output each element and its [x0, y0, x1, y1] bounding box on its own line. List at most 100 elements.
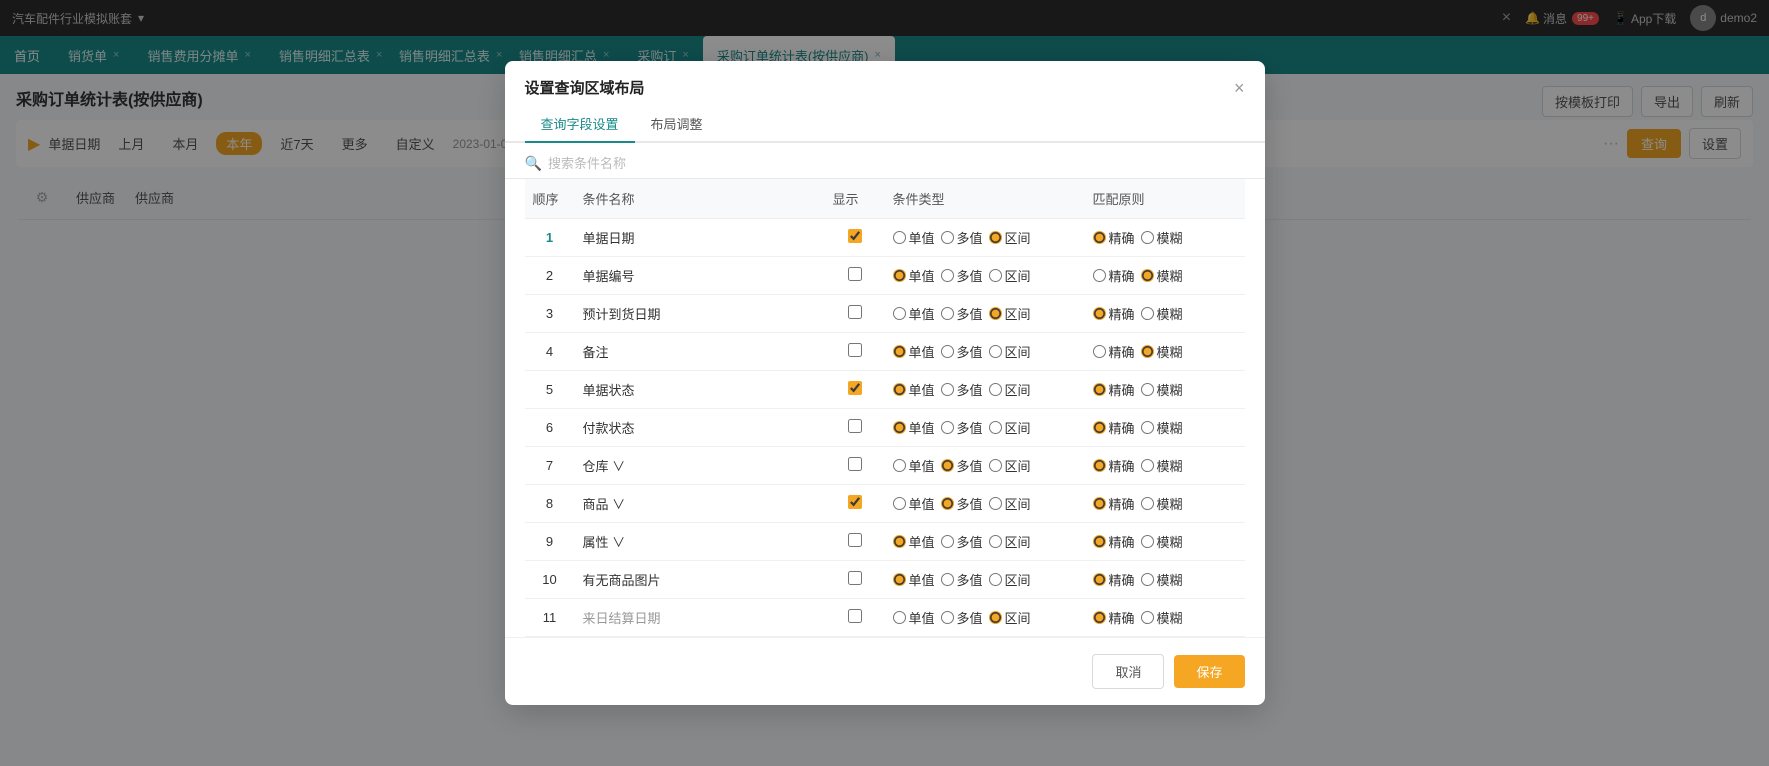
row-type-cell: 单值多值区间 [885, 561, 1085, 599]
match-radio-模糊[interactable]: 模糊 [1141, 228, 1183, 247]
row-type-cell: 单值多值区间 [885, 599, 1085, 637]
search-input[interactable] [548, 156, 748, 171]
tab-query-fields[interactable]: 查询字段设置 [525, 108, 635, 143]
type-radio-区间[interactable]: 区间 [989, 456, 1031, 475]
row-match-cell: 精确模糊 [1085, 447, 1245, 485]
cancel-btn[interactable]: 取消 [1092, 654, 1164, 689]
type-radio-多值[interactable]: 多值 [941, 494, 983, 513]
type-radio-单值[interactable]: 单值 [893, 304, 935, 323]
match-radio-精确[interactable]: 精确 [1093, 380, 1135, 399]
col-header-display: 显示 [825, 179, 885, 219]
row-match-cell: 精确模糊 [1085, 295, 1245, 333]
match-radio-模糊[interactable]: 模糊 [1141, 342, 1183, 361]
match-radio-精确[interactable]: 精确 [1093, 570, 1135, 589]
row-name: 属性 ∨ [575, 523, 825, 561]
match-radio-精确[interactable]: 精确 [1093, 342, 1135, 361]
type-radio-区间[interactable]: 区间 [989, 418, 1031, 437]
type-radio-区间[interactable]: 区间 [989, 608, 1031, 627]
dialog-overlay[interactable]: 设置查询区域布局 × 查询字段设置 布局调整 🔍 顺序 条件名称 [0, 0, 1769, 766]
table-row: 8商品 ∨单值多值区间精确模糊 [525, 485, 1245, 523]
row-name: 单据日期 [575, 219, 825, 257]
type-radio-区间[interactable]: 区间 [989, 570, 1031, 589]
type-radio-多值[interactable]: 多值 [941, 456, 983, 475]
display-checkbox[interactable] [848, 533, 862, 547]
type-radio-单值[interactable]: 单值 [893, 608, 935, 627]
col-header-name: 条件名称 [575, 179, 825, 219]
match-radio-模糊[interactable]: 模糊 [1141, 532, 1183, 551]
match-radio-精确[interactable]: 精确 [1093, 456, 1135, 475]
row-type-cell: 单值多值区间 [885, 371, 1085, 409]
type-radio-单值[interactable]: 单值 [893, 532, 935, 551]
type-radio-区间[interactable]: 区间 [989, 342, 1031, 361]
table-row: 9属性 ∨单值多值区间精确模糊 [525, 523, 1245, 561]
type-radio-单值[interactable]: 单值 [893, 418, 935, 437]
display-checkbox[interactable] [848, 305, 862, 319]
match-radio-精确[interactable]: 精确 [1093, 304, 1135, 323]
row-match-cell: 精确模糊 [1085, 333, 1245, 371]
match-radio-模糊[interactable]: 模糊 [1141, 304, 1183, 323]
display-checkbox[interactable] [848, 343, 862, 357]
row-display-cell [825, 409, 885, 447]
dialog-close-btn[interactable]: × [1234, 79, 1245, 97]
display-checkbox[interactable] [848, 609, 862, 623]
type-radio-单值[interactable]: 单值 [893, 570, 935, 589]
row-type-cell: 单值多值区间 [885, 409, 1085, 447]
type-radio-区间[interactable]: 区间 [989, 532, 1031, 551]
row-order: 2 [525, 257, 575, 295]
type-radio-多值[interactable]: 多值 [941, 570, 983, 589]
type-radio-单值[interactable]: 单值 [893, 266, 935, 285]
row-match-cell: 精确模糊 [1085, 599, 1245, 637]
type-radio-区间[interactable]: 区间 [989, 494, 1031, 513]
row-type-cell: 单值多值区间 [885, 295, 1085, 333]
type-radio-单值[interactable]: 单值 [893, 494, 935, 513]
row-display-cell [825, 333, 885, 371]
display-checkbox[interactable] [848, 381, 862, 395]
match-radio-精确[interactable]: 精确 [1093, 532, 1135, 551]
type-radio-多值[interactable]: 多值 [941, 418, 983, 437]
type-radio-多值[interactable]: 多值 [941, 608, 983, 627]
display-checkbox[interactable] [848, 267, 862, 281]
tab-layout-adjust[interactable]: 布局调整 [635, 108, 719, 143]
type-radio-单值[interactable]: 单值 [893, 456, 935, 475]
match-radio-精确[interactable]: 精确 [1093, 418, 1135, 437]
type-radio-单值[interactable]: 单值 [893, 380, 935, 399]
display-checkbox[interactable] [848, 229, 862, 243]
display-checkbox[interactable] [848, 457, 862, 471]
type-radio-区间[interactable]: 区间 [989, 304, 1031, 323]
type-radio-区间[interactable]: 区间 [989, 380, 1031, 399]
type-radio-区间[interactable]: 区间 [989, 228, 1031, 247]
match-radio-模糊[interactable]: 模糊 [1141, 494, 1183, 513]
save-btn[interactable]: 保存 [1174, 655, 1244, 688]
type-radio-多值[interactable]: 多值 [941, 380, 983, 399]
row-name: 来日结算日期 [575, 599, 825, 637]
type-radio-多值[interactable]: 多值 [941, 304, 983, 323]
type-radio-多值[interactable]: 多值 [941, 532, 983, 551]
tab-layout-adjust-label: 布局调整 [651, 117, 703, 132]
type-radio-区间[interactable]: 区间 [989, 266, 1031, 285]
match-radio-精确[interactable]: 精确 [1093, 494, 1135, 513]
match-radio-模糊[interactable]: 模糊 [1141, 418, 1183, 437]
row-order: 8 [525, 485, 575, 523]
match-radio-精确[interactable]: 精确 [1093, 608, 1135, 627]
table-row: 6付款状态单值多值区间精确模糊 [525, 409, 1245, 447]
display-checkbox[interactable] [848, 419, 862, 433]
type-radio-多值[interactable]: 多值 [941, 342, 983, 361]
match-radio-精确[interactable]: 精确 [1093, 266, 1135, 285]
match-radio-模糊[interactable]: 模糊 [1141, 608, 1183, 627]
type-radio-单值[interactable]: 单值 [893, 342, 935, 361]
type-radio-单值[interactable]: 单值 [893, 228, 935, 247]
row-order: 6 [525, 409, 575, 447]
type-radio-多值[interactable]: 多值 [941, 228, 983, 247]
col-header-order: 顺序 [525, 179, 575, 219]
row-type-cell: 单值多值区间 [885, 333, 1085, 371]
display-checkbox[interactable] [848, 495, 862, 509]
match-radio-模糊[interactable]: 模糊 [1141, 266, 1183, 285]
row-name: 预计到货日期 [575, 295, 825, 333]
match-radio-精确[interactable]: 精确 [1093, 228, 1135, 247]
type-radio-多值[interactable]: 多值 [941, 266, 983, 285]
row-order: 7 [525, 447, 575, 485]
display-checkbox[interactable] [848, 571, 862, 585]
match-radio-模糊[interactable]: 模糊 [1141, 570, 1183, 589]
match-radio-模糊[interactable]: 模糊 [1141, 456, 1183, 475]
match-radio-模糊[interactable]: 模糊 [1141, 380, 1183, 399]
